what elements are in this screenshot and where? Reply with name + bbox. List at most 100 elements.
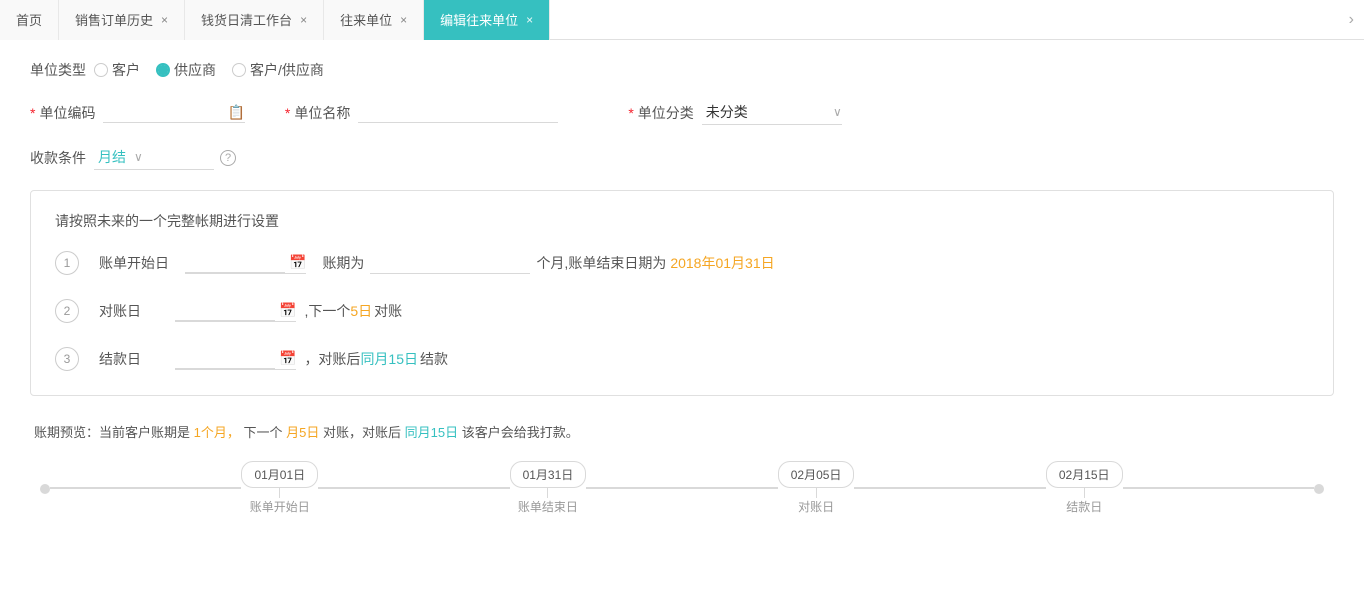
- unit-code-star: *: [30, 105, 35, 121]
- reconcile-desc-prefix: ,下一个: [304, 301, 350, 321]
- radio-customer[interactable]: 客户: [94, 60, 140, 80]
- timeline-stem-2: [547, 488, 548, 498]
- unit-category-arrow: ∨: [833, 105, 842, 119]
- unit-code-label: 单位编码: [39, 103, 95, 123]
- setting-label-1: 账单开始日: [99, 253, 169, 273]
- payment-date-input-wrapper: 2018-02-15 📅: [175, 348, 296, 370]
- close-edit-partner[interactable]: ×: [526, 13, 533, 27]
- unit-code-icon[interactable]: 📋: [227, 104, 244, 121]
- payment-desc-prefix: ，对账后: [304, 349, 360, 369]
- tab-home-label: 首页: [16, 10, 42, 29]
- reconcile-desc-suffix: 对账: [374, 301, 402, 321]
- timeline-node-4: 02月15日 结款日: [1046, 461, 1123, 515]
- payment-terms-field: 收款条件 月结 ∨ ?: [30, 145, 236, 170]
- period-end-date: 2018年01月31日: [670, 253, 774, 273]
- payment-terms-select[interactable]: 月结 ∨: [94, 145, 214, 170]
- timeline-line-3: [586, 487, 777, 489]
- settings-title: 请按照未来的一个完整帐期进行设置: [55, 211, 1309, 231]
- unit-code-input[interactable]: 000001: [103, 102, 223, 122]
- preview-day1: 月5日: [286, 425, 319, 440]
- start-date-calendar[interactable]: 📅: [289, 254, 306, 271]
- timeline-line-5: [1123, 487, 1314, 489]
- unit-type-field: 单位类型 客户 供应商 客户/供应商: [30, 60, 324, 80]
- radio-supplier-circle: [156, 63, 170, 77]
- unit-name-label: 单位名称: [294, 103, 350, 123]
- timeline-badge-2: 01月31日: [510, 461, 587, 488]
- preview-day2: 同月15日: [405, 425, 458, 440]
- payment-desc-suffix: 结款: [420, 349, 448, 369]
- setting-row-1: 1 账单开始日 2018-01-01 📅 账期为 1 个月,账单结束日期为 20…: [55, 251, 1309, 275]
- radio-customer-circle: [94, 63, 108, 77]
- setting-row-3: 3 结款日 2018-02-15 📅 ，对账后 同月15日 结款: [55, 347, 1309, 371]
- tab-edit-partner-label: 编辑往来单位: [440, 10, 518, 29]
- setting-num-3-text: 3: [64, 352, 71, 366]
- preview-middle: 对账，对账后: [323, 425, 401, 440]
- payment-terms-row: 收款条件 月结 ∨ ?: [30, 145, 1334, 170]
- timeline-label-1: 账单开始日: [250, 498, 310, 515]
- unit-category-dropdown[interactable]: 未分类 ∨: [702, 100, 842, 125]
- period-input[interactable]: 1: [370, 253, 530, 274]
- preview-text: 账期预览：当前客户账期是 1个月， 下一个 月5日 对账，对账后 同月15日 该…: [30, 422, 1334, 441]
- setting-num-1: 1: [55, 251, 79, 275]
- unit-category-label: 单位分类: [638, 103, 694, 123]
- timeline-badge-3: 02月05日: [778, 461, 855, 488]
- reconcile-date-input-wrapper: 2018-02-05 📅: [175, 300, 296, 322]
- timeline-node-3: 02月05日 对账日: [778, 461, 855, 515]
- unit-type-row: 单位类型 客户 供应商 客户/供应商: [30, 60, 1334, 80]
- timeline-node-2: 01月31日 账单结束日: [510, 461, 587, 515]
- timeline-end-dot: [1314, 484, 1324, 494]
- settings-box: 请按照未来的一个完整帐期进行设置 1 账单开始日 2018-01-01 📅 账期…: [30, 190, 1334, 396]
- reconcile-highlight-day: 5日: [350, 301, 372, 321]
- tab-partner-units[interactable]: 往来单位 ×: [324, 0, 424, 40]
- timeline-label-2: 账单结束日: [518, 498, 578, 515]
- tab-cash-ledger[interactable]: 钱货日清工作台 ×: [185, 0, 324, 40]
- unit-type-radio-group: 客户 供应商 客户/供应商: [94, 60, 324, 80]
- timeline-wrapper: 01月01日 账单开始日 01月31日 账单结束日 02月05日 对账日: [30, 461, 1334, 535]
- radio-supplier[interactable]: 供应商: [156, 60, 216, 80]
- timeline-node-1: 01月01日 账单开始日: [241, 461, 318, 515]
- tabs-bar: 首页 销售订单历史 × 钱货日清工作台 × 往来单位 × 编辑往来单位 × ›: [0, 0, 1364, 40]
- unit-category-field: * 单位分类 未分类 ∨: [628, 100, 841, 125]
- payment-date-input[interactable]: 2018-02-15: [175, 348, 275, 369]
- timeline-label-3: 对账日: [798, 498, 834, 515]
- setting-row-2: 2 对账日 2018-02-05 📅 ,下一个 5日 对账: [55, 299, 1309, 323]
- tab-home[interactable]: 首页: [0, 0, 59, 40]
- unit-name-star: *: [285, 105, 290, 121]
- reconcile-date-input[interactable]: 2018-02-05: [175, 300, 275, 321]
- period-unit: 个月,账单结束日期为: [536, 253, 666, 273]
- payment-highlight-day: 同月15日: [360, 349, 418, 369]
- payment-terms-help[interactable]: ?: [220, 150, 236, 166]
- close-partner-units[interactable]: ×: [400, 13, 407, 27]
- radio-both-label: 客户/供应商: [250, 60, 324, 80]
- timeline-stem-1: [279, 488, 280, 498]
- close-sales-history[interactable]: ×: [161, 13, 168, 27]
- timeline-line-4: [854, 487, 1045, 489]
- payment-date-calendar[interactable]: 📅: [279, 350, 296, 367]
- tab-edit-partner[interactable]: 编辑往来单位 ×: [424, 0, 550, 40]
- setting-num-2-text: 2: [64, 304, 71, 318]
- tab-more-button[interactable]: ›: [1339, 11, 1364, 29]
- close-cash-ledger[interactable]: ×: [300, 13, 307, 27]
- radio-supplier-label: 供应商: [174, 60, 216, 80]
- unit-name-input[interactable]: 河南供应商22: [358, 102, 558, 123]
- preview-suffix: 该客户会给我打款。: [462, 425, 579, 440]
- tab-cash-ledger-label: 钱货日清工作台: [201, 10, 292, 29]
- start-date-input[interactable]: 2018-01-01: [185, 252, 285, 273]
- tab-sales-history-label: 销售订单历史: [75, 10, 153, 29]
- timeline-badge-4: 02月15日: [1046, 461, 1123, 488]
- start-date-input-wrapper: 2018-01-01 📅: [185, 252, 306, 274]
- radio-customer-label: 客户: [112, 60, 140, 80]
- payment-terms-value: 月结: [94, 145, 130, 169]
- preview-prefix: 账期预览：当前客户账期是: [34, 425, 190, 440]
- main-content: 单位类型 客户 供应商 客户/供应商 * 单位编码: [0, 40, 1364, 608]
- period-desc-prefix: 账期为: [322, 253, 364, 273]
- setting-num-2: 2: [55, 299, 79, 323]
- unit-code-input-wrapper: 000001 📋: [103, 102, 244, 123]
- preview-connector: 下一个: [244, 425, 283, 440]
- tab-partner-units-label: 往来单位: [340, 10, 392, 29]
- reconcile-date-calendar[interactable]: 📅: [279, 302, 296, 319]
- radio-both[interactable]: 客户/供应商: [232, 60, 324, 80]
- tab-sales-history[interactable]: 销售订单历史 ×: [59, 0, 185, 40]
- timeline-label-4: 结款日: [1066, 498, 1102, 515]
- preview-period: 1个月，: [194, 425, 240, 440]
